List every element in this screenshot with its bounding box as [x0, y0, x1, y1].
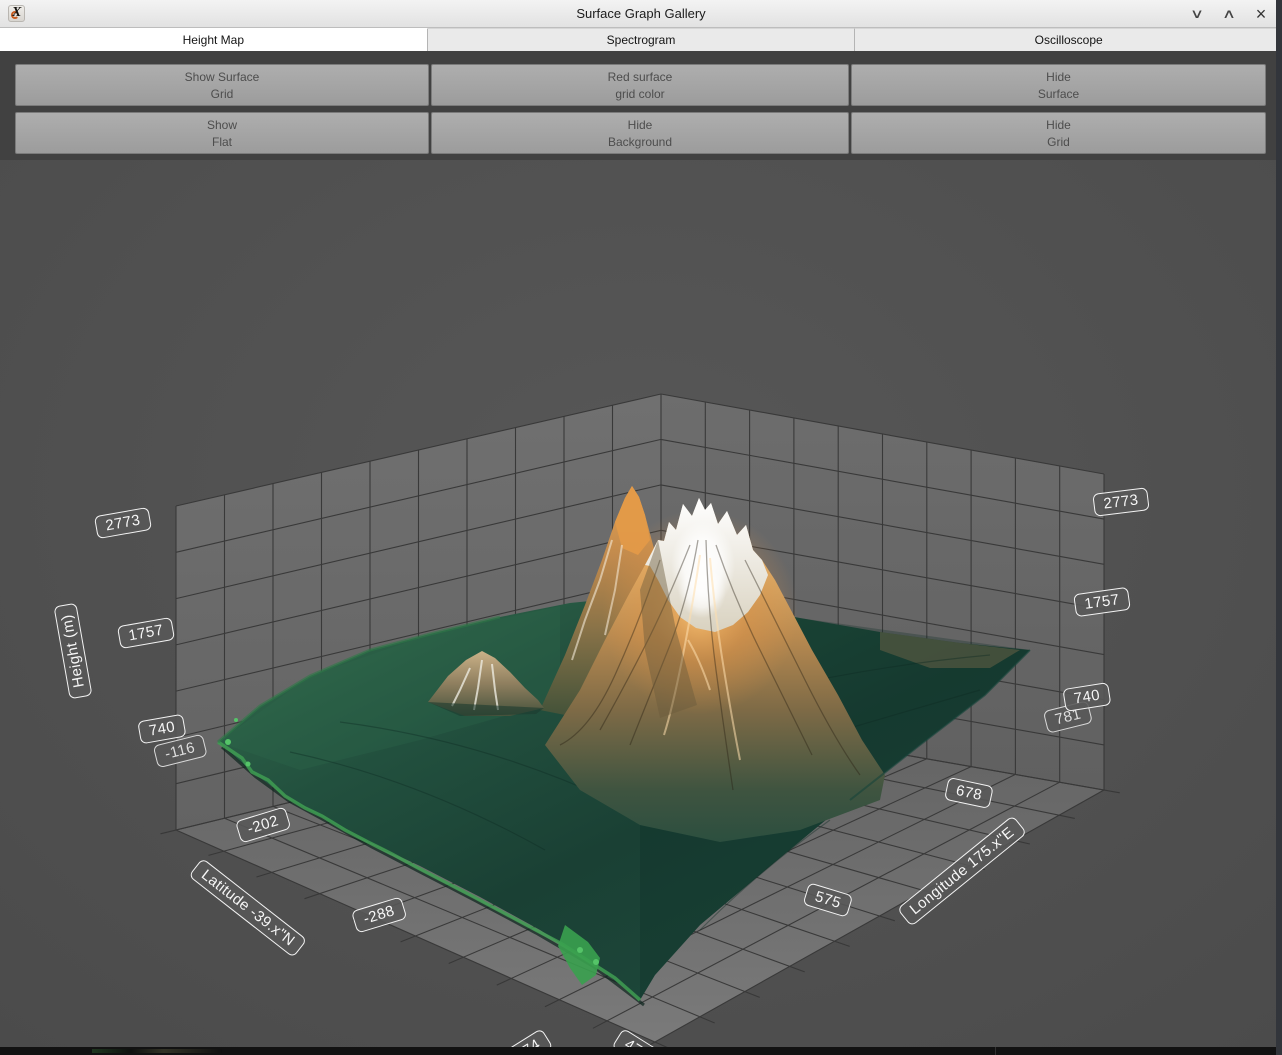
tab-oscilloscope[interactable]: Oscilloscope — [855, 28, 1282, 51]
show-flat-button[interactable]: Show Flat — [15, 112, 429, 154]
button-label: Grid — [852, 134, 1265, 151]
button-label: Hide — [852, 117, 1265, 134]
button-label: Flat — [16, 134, 428, 151]
button-label: grid color — [432, 86, 848, 103]
hide-background-button[interactable]: Hide Background — [431, 112, 849, 154]
button-label: Hide — [432, 117, 848, 134]
tab-bar: Height Map Spectrogram Oscilloscope — [0, 28, 1282, 51]
button-label: Background — [432, 134, 848, 151]
background-window-text-sliver — [92, 1049, 222, 1053]
button-label: Show — [16, 117, 428, 134]
background-window-divider — [995, 1047, 996, 1055]
window-controls: ∨ ∧ × — [1188, 0, 1270, 28]
background-window-strip-right — [1276, 0, 1282, 1055]
button-label: Show Surface — [16, 69, 428, 86]
close-button[interactable]: × — [1252, 4, 1270, 25]
hide-surface-button[interactable]: Hide Surface — [851, 64, 1266, 106]
button-label: Hide — [852, 69, 1265, 86]
tab-height-map[interactable]: Height Map — [0, 28, 428, 51]
titlebar: X Surface Graph Gallery ∨ ∧ × — [0, 0, 1282, 28]
maximize-button[interactable]: ∧ — [1216, 6, 1243, 22]
button-label: Red surface — [432, 69, 848, 86]
tab-spectrogram[interactable]: Spectrogram — [428, 28, 856, 51]
window-title: Surface Graph Gallery — [0, 0, 1282, 28]
button-label: Surface — [852, 86, 1265, 103]
show-surface-grid-button[interactable]: Show Surface Grid — [15, 64, 429, 106]
background-window-strip-bottom — [0, 1047, 1282, 1055]
hide-grid-button[interactable]: Hide Grid — [851, 112, 1266, 154]
minimize-button[interactable]: ∨ — [1184, 6, 1211, 22]
app-window: X Surface Graph Gallery ∨ ∧ × Height Map… — [0, 0, 1282, 1055]
toolbar: Show Surface Grid Red surface grid color… — [15, 64, 1266, 154]
red-surface-grid-color-button[interactable]: Red surface grid color — [431, 64, 849, 106]
button-label: Grid — [16, 86, 428, 103]
surface-plot-viewport[interactable] — [0, 51, 1282, 1047]
